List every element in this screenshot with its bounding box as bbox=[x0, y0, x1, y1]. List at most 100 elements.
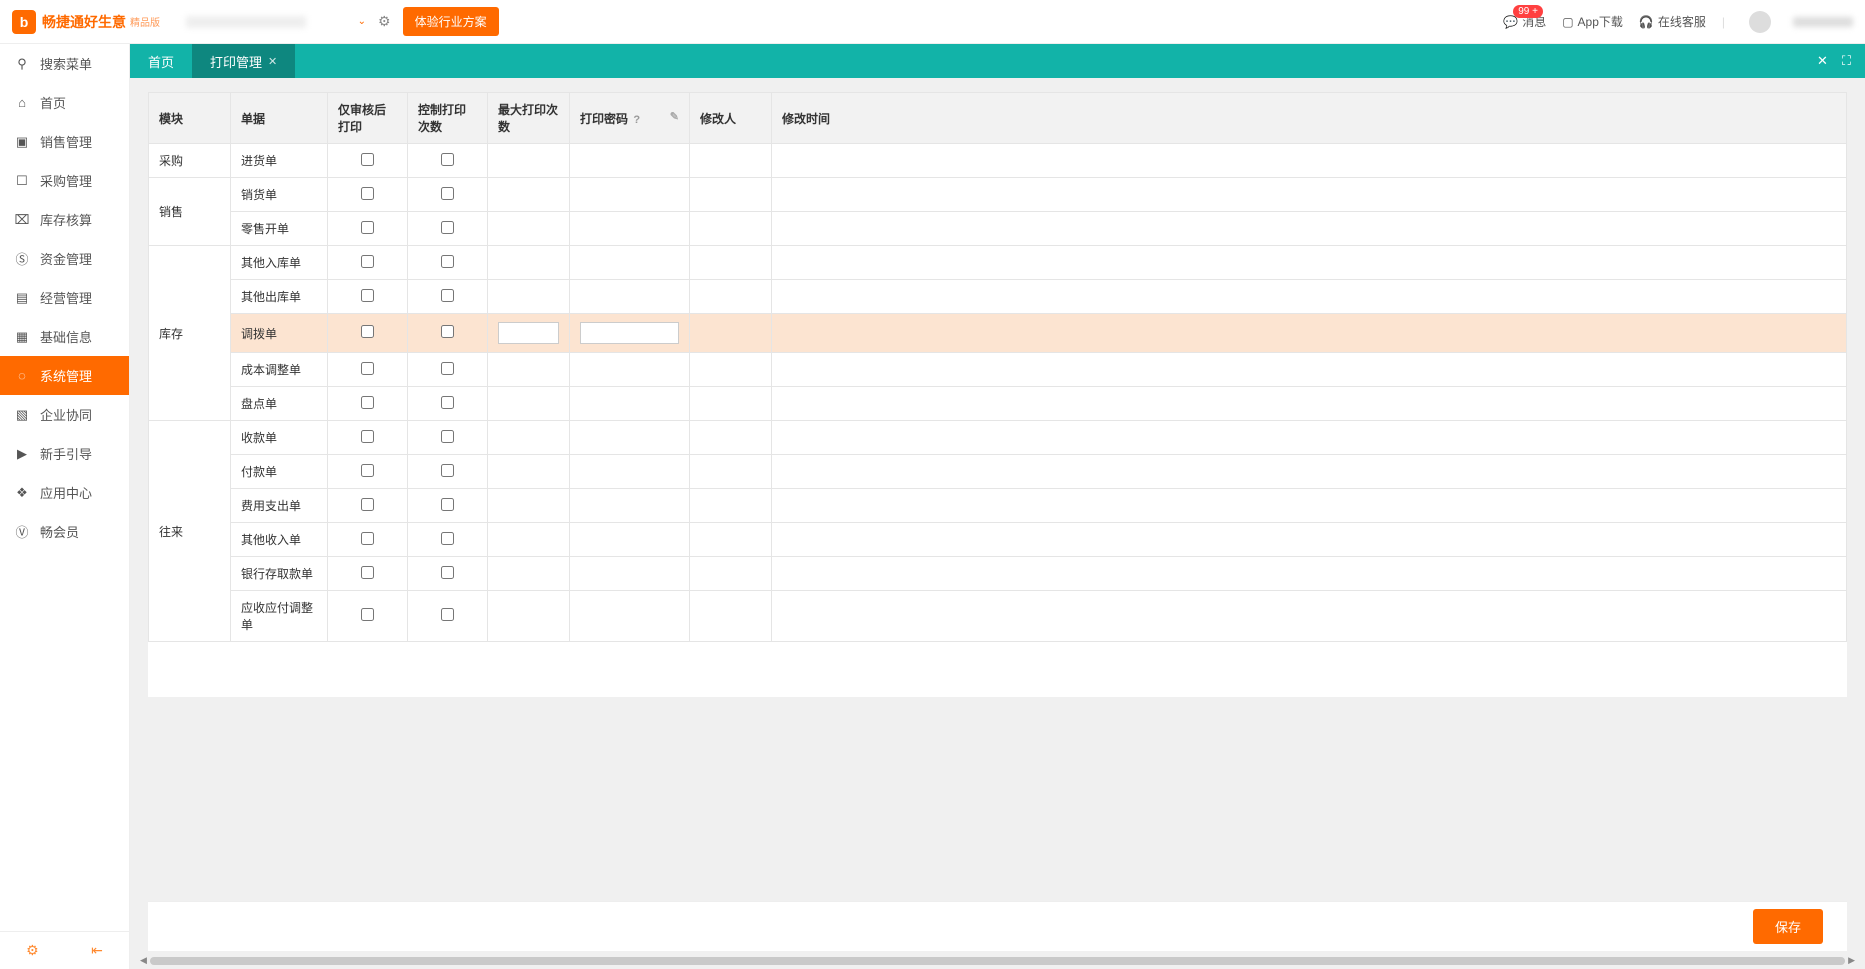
messages-link[interactable]: 💬 消息 99 + bbox=[1503, 13, 1546, 30]
cell-doc: 其他出库单 bbox=[231, 280, 328, 314]
gear-icon[interactable]: ⚙ bbox=[378, 13, 391, 30]
cell-modby bbox=[690, 489, 772, 523]
checkbox[interactable] bbox=[361, 187, 374, 200]
cell-modtime bbox=[772, 353, 1847, 387]
avatar[interactable] bbox=[1749, 11, 1771, 33]
cell-modby bbox=[690, 353, 772, 387]
table-row: 其他出库单 bbox=[149, 280, 1847, 314]
max-print-input[interactable] bbox=[498, 322, 559, 344]
save-button[interactable]: 保存 bbox=[1753, 909, 1823, 944]
checkbox[interactable] bbox=[441, 566, 454, 579]
checkbox[interactable] bbox=[441, 396, 454, 409]
cell-modtime bbox=[772, 523, 1847, 557]
online-service-link[interactable]: 🎧 在线客服 bbox=[1639, 13, 1706, 30]
promo-button[interactable]: 体验行业方案 bbox=[403, 7, 499, 36]
cell-module: 采购 bbox=[149, 144, 231, 178]
cell-doc: 银行存取款单 bbox=[231, 557, 328, 591]
sidebar-item-采购管理[interactable]: ☐采购管理 bbox=[0, 161, 129, 200]
checkbox[interactable] bbox=[361, 566, 374, 579]
phone-icon: ▢ bbox=[1562, 15, 1573, 29]
checkbox[interactable] bbox=[441, 221, 454, 234]
checkbox[interactable] bbox=[361, 221, 374, 234]
tenant-selector[interactable]: ⌄ bbox=[186, 16, 366, 28]
sidebar-item-新手引导[interactable]: ▶新手引导 bbox=[0, 434, 129, 473]
checkbox[interactable] bbox=[441, 430, 454, 443]
sidebar-item-label: 库存核算 bbox=[40, 210, 92, 229]
checkbox[interactable] bbox=[441, 464, 454, 477]
table-row: 库存其他入库单 bbox=[149, 246, 1847, 280]
checkbox[interactable] bbox=[441, 498, 454, 511]
cell-audit bbox=[328, 246, 408, 280]
brand-logo-icon: b bbox=[12, 10, 36, 34]
checkbox[interactable] bbox=[361, 325, 374, 338]
close-icon[interactable]: ✕ bbox=[268, 55, 277, 68]
horizontal-scrollbar[interactable]: ◀ ▶ bbox=[148, 955, 1847, 967]
print-password-input[interactable] bbox=[580, 322, 679, 344]
checkbox[interactable] bbox=[361, 289, 374, 302]
cell-password bbox=[570, 387, 690, 421]
sidebar-item-应用中心[interactable]: ❖应用中心 bbox=[0, 473, 129, 512]
tab-close-all-icon[interactable]: ✕ bbox=[1817, 53, 1828, 69]
sidebar-item-label: 畅会员 bbox=[40, 522, 79, 541]
tab-print-management[interactable]: 打印管理 ✕ bbox=[192, 44, 295, 78]
table-row: 费用支出单 bbox=[149, 489, 1847, 523]
checkbox[interactable] bbox=[441, 362, 454, 375]
checkbox[interactable] bbox=[361, 396, 374, 409]
cell-password bbox=[570, 144, 690, 178]
sidebar-item-资金管理[interactable]: Ⓢ资金管理 bbox=[0, 239, 129, 278]
th-ctrl: 控制打印次数 bbox=[408, 93, 488, 144]
checkbox[interactable] bbox=[441, 532, 454, 545]
settings-icon[interactable]: ⚙ bbox=[26, 942, 39, 959]
tab-active-label: 打印管理 bbox=[210, 52, 262, 71]
scroll-left-icon[interactable]: ◀ bbox=[140, 955, 147, 966]
checkbox[interactable] bbox=[361, 532, 374, 545]
cell-modby bbox=[690, 523, 772, 557]
help-icon[interactable]: ? bbox=[633, 114, 640, 126]
checkbox[interactable] bbox=[441, 289, 454, 302]
sidebar-item-库存核算[interactable]: ⌧库存核算 bbox=[0, 200, 129, 239]
app-download-link[interactable]: ▢ App下载 bbox=[1562, 13, 1623, 30]
checkbox[interactable] bbox=[361, 362, 374, 375]
checkbox[interactable] bbox=[361, 498, 374, 511]
th-max: 最大打印次数 bbox=[488, 93, 570, 144]
checkbox[interactable] bbox=[361, 464, 374, 477]
sidebar-item-系统管理[interactable]: ◌系统管理 bbox=[0, 356, 129, 395]
sidebar-item-经营管理[interactable]: ▤经营管理 bbox=[0, 278, 129, 317]
cell-modtime bbox=[772, 144, 1847, 178]
sidebar-item-畅会员[interactable]: Ⓥ 畅会员 bbox=[0, 512, 129, 551]
sidebar-item-基础信息[interactable]: ▦基础信息 bbox=[0, 317, 129, 356]
brand: b 畅捷通好生意 精品版 bbox=[12, 10, 160, 34]
top-links: 💬 消息 99 + ▢ App下载 🎧 在线客服 | bbox=[1503, 11, 1853, 33]
checkbox[interactable] bbox=[441, 187, 454, 200]
cell-modtime bbox=[772, 591, 1847, 642]
checkbox[interactable] bbox=[361, 255, 374, 268]
checkbox[interactable] bbox=[441, 255, 454, 268]
cell-audit bbox=[328, 387, 408, 421]
table-row: 采购进货单 bbox=[149, 144, 1847, 178]
edit-icon[interactable]: ✎ bbox=[670, 110, 679, 123]
checkbox[interactable] bbox=[441, 608, 454, 621]
scroll-right-icon[interactable]: ▶ bbox=[1848, 955, 1855, 966]
checkbox[interactable] bbox=[361, 430, 374, 443]
sidebar-item-icon: Ⓥ bbox=[14, 522, 30, 541]
brand-name: 畅捷通好生意 bbox=[42, 12, 126, 32]
collapse-icon[interactable]: ⇤ bbox=[91, 942, 103, 959]
cell-password bbox=[570, 557, 690, 591]
sidebar-item-icon: ❖ bbox=[14, 485, 30, 501]
cell-ctrl bbox=[408, 280, 488, 314]
checkbox[interactable] bbox=[361, 153, 374, 166]
table-row: 零售开单 bbox=[149, 212, 1847, 246]
fullscreen-icon[interactable]: ⛶ bbox=[1842, 53, 1851, 69]
cell-audit bbox=[328, 591, 408, 642]
sidebar-footer: ⚙ ⇤ bbox=[0, 931, 129, 969]
checkbox[interactable] bbox=[361, 608, 374, 621]
sidebar-item-销售管理[interactable]: ▣销售管理 bbox=[0, 122, 129, 161]
checkbox[interactable] bbox=[441, 153, 454, 166]
sidebar-item-企业协同[interactable]: ▧企业协同 bbox=[0, 395, 129, 434]
checkbox[interactable] bbox=[441, 325, 454, 338]
sidebar-item-首页[interactable]: ⌂首页 bbox=[0, 83, 129, 122]
tab-home[interactable]: 首页 bbox=[130, 44, 192, 78]
tenant-name-blurred bbox=[186, 16, 306, 28]
username-blurred bbox=[1793, 17, 1853, 27]
sidebar-item-搜索菜单[interactable]: ⚲搜索菜单 bbox=[0, 44, 129, 83]
